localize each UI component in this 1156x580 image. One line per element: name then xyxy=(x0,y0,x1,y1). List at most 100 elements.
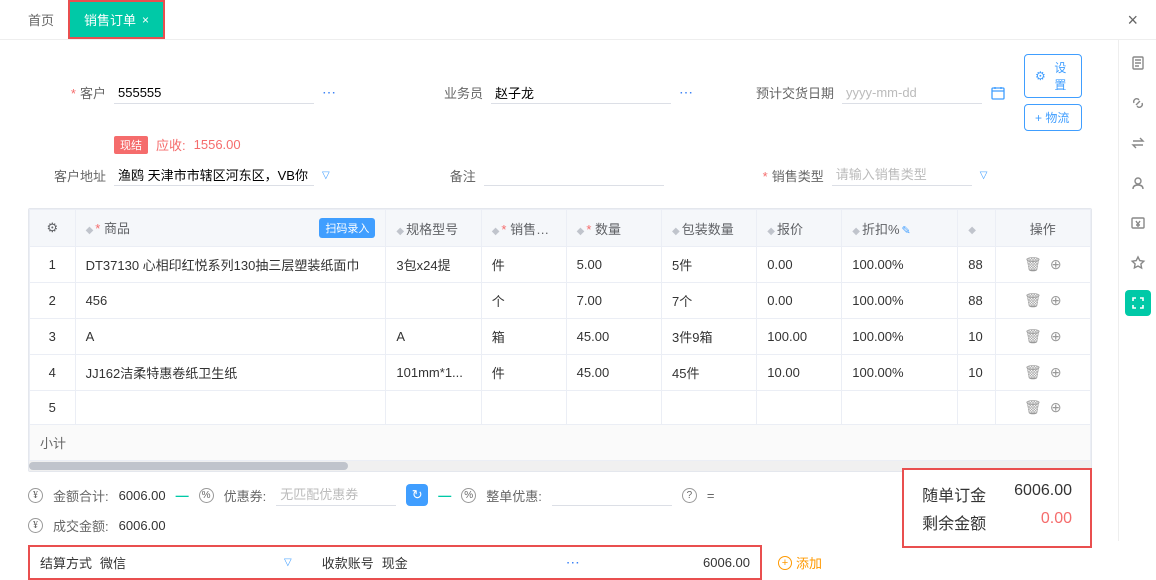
customer-input[interactable] xyxy=(114,82,314,104)
total-label: 金额合计: xyxy=(53,486,109,505)
table-row[interactable]: 1DT37130 心相印红悦系列130抽三层塑装纸面巾3包x24提件5.005件… xyxy=(30,247,1091,283)
chevron-down-icon[interactable]: ▽ xyxy=(284,557,292,568)
cell-extra[interactable]: 10 xyxy=(958,319,995,355)
cell-extra[interactable]: 88 xyxy=(958,247,995,283)
col-unit[interactable]: ◆* 销售单位 xyxy=(481,210,566,247)
cell-extra[interactable]: 88 xyxy=(958,283,995,319)
settings-button[interactable]: ⚙ 设置 xyxy=(1024,54,1082,98)
table-row[interactable]: 2456个7.007个0.00100.00%88🗑⊕ xyxy=(30,283,1091,319)
cell-spec[interactable]: 3包x24提 xyxy=(386,247,481,283)
star-icon[interactable] xyxy=(1125,250,1151,276)
col-spec[interactable]: ◆规格型号 xyxy=(386,210,481,247)
delivery-date-input[interactable] xyxy=(842,82,982,104)
cell-product[interactable]: 456 xyxy=(75,283,386,319)
tab-sales-order[interactable]: 销售订单 × xyxy=(68,0,165,39)
cell-quote[interactable] xyxy=(757,391,842,425)
cell-spec[interactable] xyxy=(386,283,481,319)
col-extra[interactable]: ◆ xyxy=(958,210,995,247)
cell-quote[interactable]: 0.00 xyxy=(757,283,842,319)
copy-icon[interactable]: ⊕ xyxy=(1050,328,1062,344)
cell-quote[interactable]: 0.00 xyxy=(757,247,842,283)
delete-icon[interactable]: 🗑 xyxy=(1024,292,1042,308)
whole-discount-input[interactable] xyxy=(552,484,672,506)
cell-extra[interactable] xyxy=(958,391,995,425)
cell-discount[interactable]: 100.00% xyxy=(842,247,958,283)
cell-extra[interactable]: 10 xyxy=(958,355,995,391)
cell-unit[interactable]: 个 xyxy=(481,283,566,319)
cell-pack[interactable]: 3件9箱 xyxy=(661,319,756,355)
table-row[interactable]: 3AA箱45.003件9箱100.00100.00%10🗑⊕ xyxy=(30,319,1091,355)
cell-unit[interactable]: 件 xyxy=(481,247,566,283)
gear-header[interactable]: ⚙ xyxy=(30,210,76,247)
more-icon[interactable]: ⋯ xyxy=(679,84,694,101)
copy-icon[interactable]: ⊕ xyxy=(1050,364,1062,380)
cell-product[interactable] xyxy=(75,391,386,425)
copy-icon[interactable]: ⊕ xyxy=(1050,256,1062,272)
calendar-icon[interactable] xyxy=(990,84,1006,101)
note-icon[interactable] xyxy=(1125,50,1151,76)
copy-icon[interactable]: ⊕ xyxy=(1050,399,1062,415)
col-product[interactable]: ◆* 商品扫码录入 xyxy=(75,210,386,247)
chevron-down-icon[interactable]: ▽ xyxy=(322,170,330,181)
remaining-value: 0.00 xyxy=(1041,510,1072,534)
tab-home[interactable]: 首页 xyxy=(14,10,68,29)
copy-icon[interactable]: ⊕ xyxy=(1050,292,1062,308)
cell-unit[interactable]: 箱 xyxy=(481,319,566,355)
cell-quote[interactable]: 100.00 xyxy=(757,319,842,355)
refresh-icon[interactable]: ↻ xyxy=(406,484,428,506)
delete-icon[interactable]: 🗑 xyxy=(1024,328,1042,344)
table-row[interactable]: 5🗑⊕ xyxy=(30,391,1091,425)
col-qty[interactable]: ◆* 数量 xyxy=(566,210,661,247)
close-page-icon[interactable]: × xyxy=(1127,10,1138,31)
cell-unit[interactable]: 件 xyxy=(481,355,566,391)
close-icon[interactable]: × xyxy=(142,13,149,27)
cell-product[interactable]: A xyxy=(75,319,386,355)
more-icon[interactable]: ⋯ xyxy=(322,84,337,101)
delete-icon[interactable]: 🗑 xyxy=(1024,364,1042,380)
user-icon[interactable] xyxy=(1125,170,1151,196)
swap-icon[interactable] xyxy=(1125,130,1151,156)
cell-qty[interactable]: 7.00 xyxy=(566,283,661,319)
coupon-input[interactable] xyxy=(276,484,396,506)
help-icon[interactable]: ? xyxy=(682,488,697,503)
expand-icon[interactable] xyxy=(1125,290,1151,316)
cell-pack[interactable]: 45件 xyxy=(661,355,756,391)
col-pack[interactable]: ◆包装数量 xyxy=(661,210,756,247)
cell-spec[interactable] xyxy=(386,391,481,425)
cell-discount[interactable] xyxy=(842,391,958,425)
edit-icon[interactable]: ✎ xyxy=(902,225,911,237)
logistics-button[interactable]: + 物流 xyxy=(1024,104,1082,131)
cell-discount[interactable]: 100.00% xyxy=(842,319,958,355)
cell-spec[interactable]: 101mm*1... xyxy=(386,355,481,391)
minus-icon: — xyxy=(438,488,451,503)
address-input[interactable] xyxy=(114,164,314,186)
delete-icon[interactable]: 🗑 xyxy=(1024,256,1042,272)
cell-qty[interactable] xyxy=(566,391,661,425)
col-quote[interactable]: ◆报价 xyxy=(757,210,842,247)
currency-icon[interactable] xyxy=(1125,210,1151,236)
col-discount[interactable]: ◆折扣%✎ xyxy=(842,210,958,247)
cell-qty[interactable]: 45.00 xyxy=(566,319,661,355)
link-icon[interactable] xyxy=(1125,90,1151,116)
delete-icon[interactable]: 🗑 xyxy=(1024,399,1042,415)
salesman-input[interactable] xyxy=(491,82,671,104)
cell-qty[interactable]: 5.00 xyxy=(566,247,661,283)
cell-qty[interactable]: 45.00 xyxy=(566,355,661,391)
chevron-down-icon[interactable]: ▽ xyxy=(980,170,988,181)
cell-product[interactable]: DT37130 心相印红悦系列130抽三层塑装纸面巾 xyxy=(75,247,386,283)
cell-quote[interactable]: 10.00 xyxy=(757,355,842,391)
scan-entry-button[interactable]: 扫码录入 xyxy=(319,218,375,238)
cell-unit[interactable] xyxy=(481,391,566,425)
cell-spec[interactable]: A xyxy=(386,319,481,355)
cell-pack[interactable] xyxy=(661,391,756,425)
saletype-input[interactable] xyxy=(832,164,972,186)
add-settlement-button[interactable]: + 添加 xyxy=(778,553,822,572)
cell-pack[interactable]: 7个 xyxy=(661,283,756,319)
cell-product[interactable]: JJ162洁柔特惠卷纸卫生纸 xyxy=(75,355,386,391)
remark-input[interactable] xyxy=(484,164,664,186)
cell-pack[interactable]: 5件 xyxy=(661,247,756,283)
cell-discount[interactable]: 100.00% xyxy=(842,355,958,391)
cell-discount[interactable]: 100.00% xyxy=(842,283,958,319)
more-icon[interactable]: ⋯ xyxy=(566,554,581,571)
table-row[interactable]: 4JJ162洁柔特惠卷纸卫生纸101mm*1...件45.0045件10.001… xyxy=(30,355,1091,391)
